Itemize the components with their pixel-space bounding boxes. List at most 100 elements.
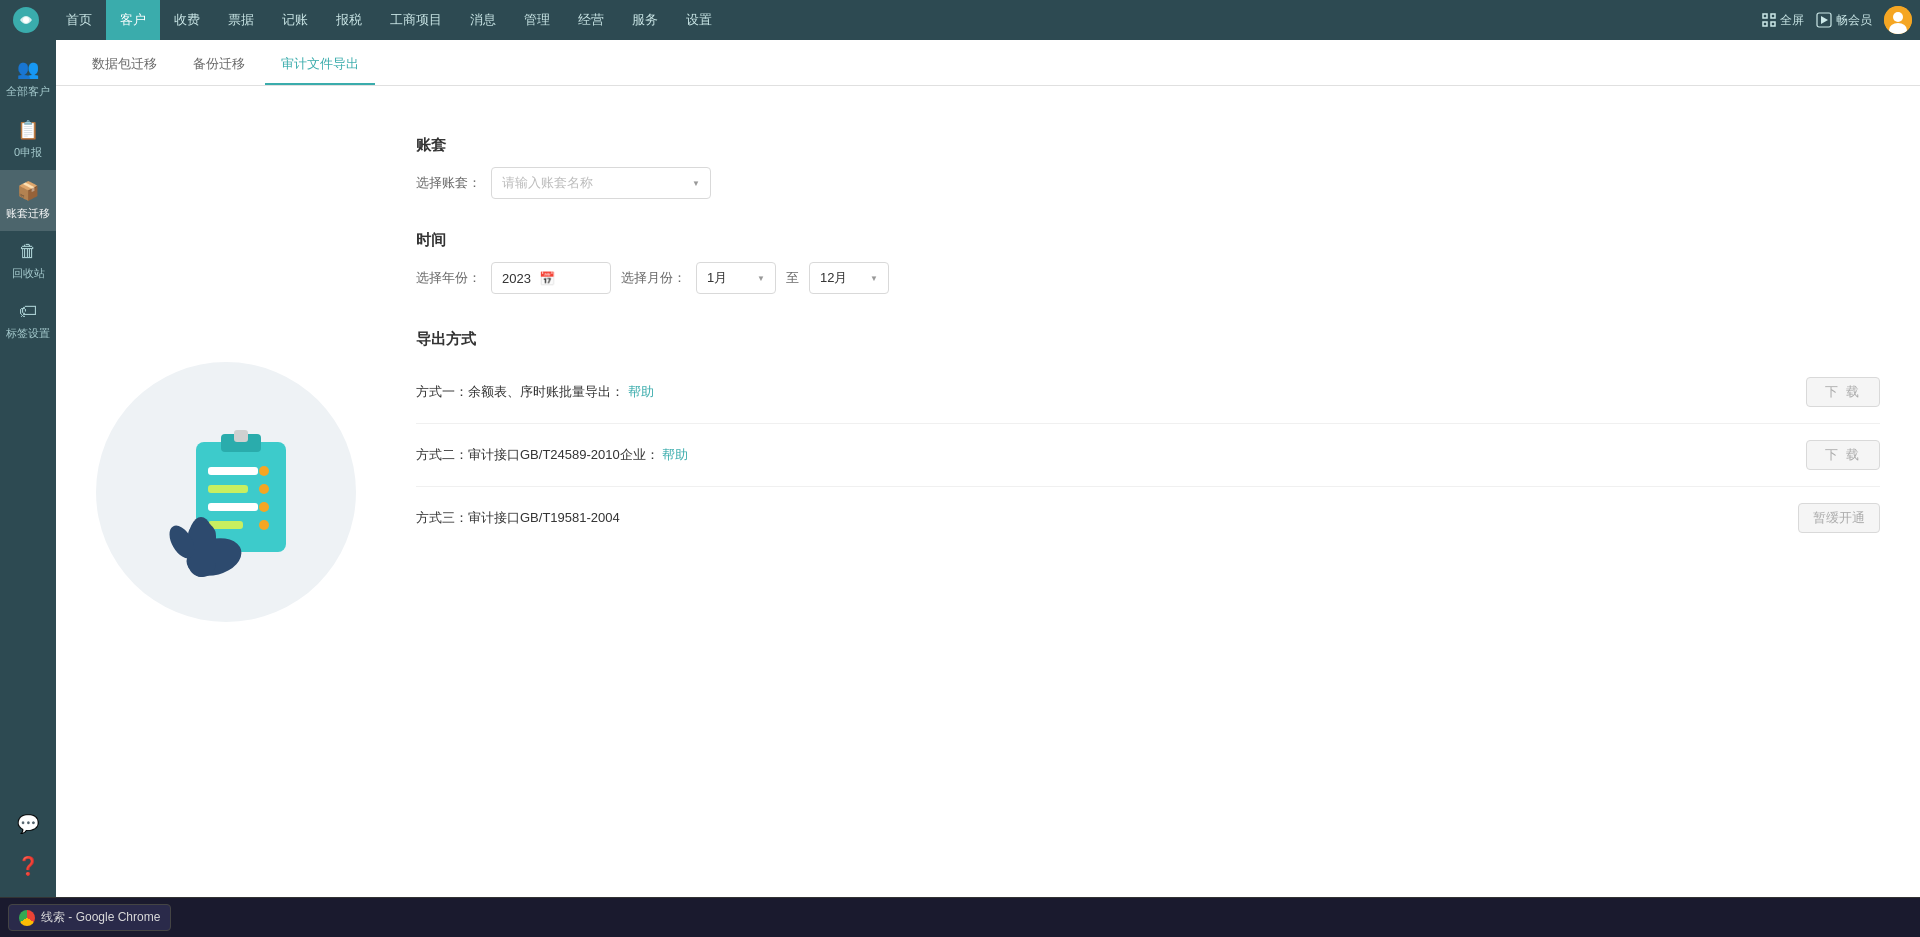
recycle-icon: 🗑 xyxy=(19,241,37,262)
month-start-select[interactable]: 1月 xyxy=(696,262,776,294)
time-section: 时间 选择年份： 2023 📅 选择月份： 1月 至 12月 xyxy=(416,231,1880,302)
taskbar: 线索 - Google Chrome xyxy=(0,897,1920,937)
svg-rect-2 xyxy=(1763,14,1767,18)
chrome-icon xyxy=(19,910,35,926)
tab-audit-export[interactable]: 审计文件导出 xyxy=(265,45,375,85)
svg-rect-13 xyxy=(234,430,248,442)
tab-backup-migration[interactable]: 备份迁移 xyxy=(177,45,261,85)
export-title: 导出方式 xyxy=(416,330,1880,349)
illustration-svg xyxy=(126,392,326,592)
nav-service[interactable]: 服务 xyxy=(618,0,672,40)
migration-icon: 📦 xyxy=(17,180,39,202)
export-label-3: 方式三：审计接口GB/T19581-2004 xyxy=(416,509,620,527)
nav-customer[interactable]: 客户 xyxy=(106,0,160,40)
nav-message[interactable]: 消息 xyxy=(456,0,510,40)
month-label: 选择月份： xyxy=(621,269,686,287)
time-row: 选择年份： 2023 📅 选择月份： 1月 至 12月 xyxy=(416,262,1880,294)
export-method-1: 方式一：余额表、序时账批量导出： 帮助 下 载 xyxy=(416,361,1880,424)
play-icon xyxy=(1816,12,1832,28)
account-select-dropdown[interactable]: 请输入账套名称 xyxy=(491,167,711,199)
export-section: 导出方式 方式一：余额表、序时账批量导出： 帮助 下 载 方式二：审计接口GB/… xyxy=(416,330,1880,549)
avatar[interactable] xyxy=(1884,6,1912,34)
export-help-link-2[interactable]: 帮助 xyxy=(662,447,688,462)
feedback-icon: 💬 xyxy=(17,813,39,835)
nav-operation[interactable]: 经营 xyxy=(564,0,618,40)
svg-marker-7 xyxy=(1821,16,1828,24)
sidebar-item-zero-filing[interactable]: 📋 0申报 xyxy=(0,109,56,170)
avatar-image xyxy=(1884,6,1912,34)
nav-business[interactable]: 工商项目 xyxy=(376,0,456,40)
sidebar-label-zero-filing: 0申报 xyxy=(14,145,42,160)
sidebar: 👥 全部客户 📋 0申报 📦 账套迁移 🗑 回收站 🏷 标签设置 💬 ❓ xyxy=(0,40,56,897)
nav-tax[interactable]: 报税 xyxy=(322,0,376,40)
member-label: 畅会员 xyxy=(1836,12,1872,29)
nav-billing[interactable]: 收费 xyxy=(160,0,214,40)
top-nav: 首页 客户 收费 票据 记账 报税 工商项目 消息 管理 经营 服务 设置 全屏 xyxy=(0,0,1920,40)
svg-point-18 xyxy=(259,466,269,476)
nav-manage[interactable]: 管理 xyxy=(510,0,564,40)
svg-point-9 xyxy=(1893,12,1903,22)
month-start-value: 1月 xyxy=(707,269,727,287)
download-button-1[interactable]: 下 载 xyxy=(1806,377,1880,407)
separator-text: 至 xyxy=(786,269,799,287)
sidebar-feedback[interactable]: 💬 xyxy=(13,803,43,845)
account-title: 账套 xyxy=(416,136,1880,155)
year-value: 2023 xyxy=(502,271,531,286)
sidebar-item-recycle[interactable]: 🗑 回收站 xyxy=(0,231,56,291)
member-button[interactable]: 畅会员 xyxy=(1816,12,1872,29)
page-content: 账套 选择账套： 请输入账套名称 时间 选择年份： 2023 xyxy=(56,86,1920,897)
tabs-bar: 数据包迁移 备份迁移 审计文件导出 xyxy=(56,40,1920,86)
main-layout: 👥 全部客户 📋 0申报 📦 账套迁移 🗑 回收站 🏷 标签设置 💬 ❓ xyxy=(0,40,1920,897)
sidebar-label-migration: 账套迁移 xyxy=(6,206,50,221)
year-label: 选择年份： xyxy=(416,269,481,287)
tag-icon: 🏷 xyxy=(19,301,37,322)
svg-rect-14 xyxy=(208,467,258,475)
taskbar-chrome[interactable]: 线索 - Google Chrome xyxy=(8,904,171,931)
nav-home[interactable]: 首页 xyxy=(52,0,106,40)
fullscreen-icon xyxy=(1762,13,1776,27)
content-area: 数据包迁移 备份迁移 审计文件导出 xyxy=(56,40,1920,897)
sidebar-help[interactable]: ❓ xyxy=(13,845,43,887)
svg-point-21 xyxy=(259,520,269,530)
svg-rect-4 xyxy=(1763,22,1767,26)
svg-point-1 xyxy=(23,17,29,23)
svg-rect-3 xyxy=(1771,14,1775,18)
export-help-link-1[interactable]: 帮助 xyxy=(628,384,654,399)
fullscreen-label: 全屏 xyxy=(1780,12,1804,29)
form-area: 账套 选择账套： 请输入账套名称 时间 选择年份： 2023 xyxy=(416,116,1880,867)
export-label-2: 方式二：审计接口GB/T24589-2010企业： 帮助 xyxy=(416,446,688,464)
taskbar-chrome-label: 线索 - Google Chrome xyxy=(41,909,160,926)
sidebar-item-account-migration[interactable]: 📦 账套迁移 xyxy=(0,170,56,231)
calendar-icon: 📅 xyxy=(539,271,555,286)
export-label-3-text: 方式三：审计接口GB/T19581-2004 xyxy=(416,510,620,525)
export-label-2-text: 方式二：审计接口GB/T24589-2010企业： xyxy=(416,447,659,462)
svg-rect-16 xyxy=(208,503,258,511)
month-end-select[interactable]: 12月 xyxy=(809,262,889,294)
export-method-2: 方式二：审计接口GB/T24589-2010企业： 帮助 下 载 xyxy=(416,424,1880,487)
nav-items: 首页 客户 收费 票据 记账 报税 工商项目 消息 管理 经营 服务 设置 xyxy=(52,0,1762,40)
export-label-1-text: 方式一：余额表、序时账批量导出： xyxy=(416,384,624,399)
download-button-2[interactable]: 下 载 xyxy=(1806,440,1880,470)
fullscreen-button[interactable]: 全屏 xyxy=(1762,12,1804,29)
tab-data-migration[interactable]: 数据包迁移 xyxy=(76,45,173,85)
coming-soon-button[interactable]: 暂缓开通 xyxy=(1798,503,1880,533)
sidebar-item-all-customers[interactable]: 👥 全部客户 xyxy=(0,48,56,109)
help-icon: ❓ xyxy=(17,855,39,877)
export-method-3: 方式三：审计接口GB/T19581-2004 暂缓开通 xyxy=(416,487,1880,549)
illustration-circle xyxy=(96,362,356,622)
nav-bookkeeping[interactable]: 记账 xyxy=(268,0,322,40)
time-title: 时间 xyxy=(416,231,1880,250)
svg-rect-5 xyxy=(1771,22,1775,26)
sidebar-label-all-customers: 全部客户 xyxy=(6,84,50,99)
sidebar-bottom: 💬 ❓ xyxy=(13,803,43,897)
account-select-label: 选择账套： xyxy=(416,174,481,192)
account-section: 账套 选择账套： 请输入账套名称 xyxy=(416,136,1880,207)
year-input[interactable]: 2023 📅 xyxy=(491,262,611,294)
customers-icon: 👥 xyxy=(17,58,39,80)
nav-invoice[interactable]: 票据 xyxy=(214,0,268,40)
nav-settings[interactable]: 设置 xyxy=(672,0,726,40)
sidebar-label-tags: 标签设置 xyxy=(6,326,50,341)
svg-point-20 xyxy=(259,502,269,512)
sidebar-item-tag-settings[interactable]: 🏷 标签设置 xyxy=(0,291,56,351)
account-placeholder: 请输入账套名称 xyxy=(502,174,593,192)
